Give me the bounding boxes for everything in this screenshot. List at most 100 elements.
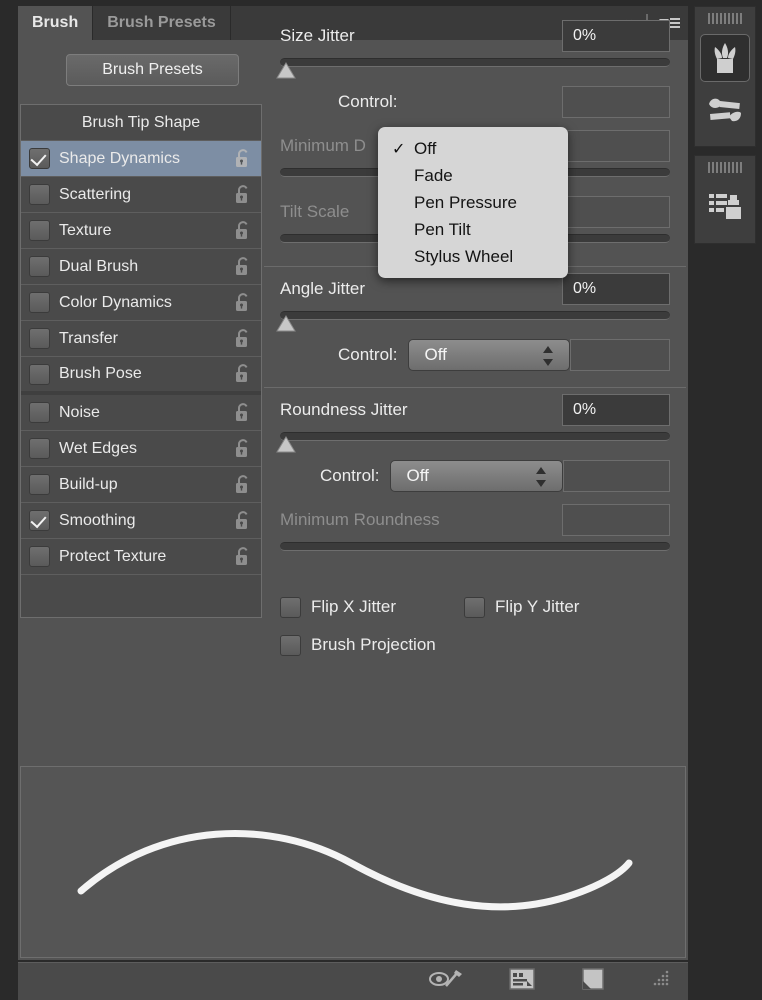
checkbox-build-up[interactable] [29, 474, 50, 495]
unlock-icon[interactable] [233, 328, 253, 350]
resize-grip-icon[interactable] [650, 969, 672, 994]
checkbox-smoothing[interactable] [29, 510, 50, 531]
tab-brush-label: Brush [32, 14, 79, 31]
dock-button-brushes[interactable] [695, 84, 755, 136]
toggle-brush-preview-icon[interactable] [428, 968, 464, 995]
brushes-icon [700, 86, 750, 134]
roundness-jitter-control-extra[interactable] [563, 460, 670, 492]
dock-grip-handle[interactable] [695, 13, 755, 24]
size-jitter-control-extra[interactable] [562, 86, 670, 118]
dropdown-option-label: Stylus Wheel [414, 246, 514, 266]
slider-track[interactable] [280, 311, 670, 320]
checkmark-icon: ✓ [392, 140, 406, 158]
dropdown-option-off[interactable]: ✓ Off [378, 135, 568, 162]
dropdown-option-fade[interactable]: Fade [378, 162, 568, 189]
size-jitter-slider[interactable] [264, 58, 686, 80]
sidebar-item-brush-pose[interactable]: Brush Pose [21, 357, 261, 395]
sidebar-item-brush-tip-shape[interactable]: Brush Tip Shape [21, 105, 261, 141]
dock-grip-handle[interactable] [695, 162, 755, 173]
new-brush-icon[interactable] [580, 967, 606, 996]
angle-jitter-value[interactable]: 0% [562, 273, 670, 305]
sidebar-item-smoothing[interactable]: Smoothing [21, 503, 261, 539]
sidebar-item-label: Protect Texture [59, 547, 167, 565]
roundness-jitter-value[interactable]: 0% [562, 394, 670, 426]
unlock-icon[interactable] [233, 474, 253, 496]
angle-jitter-control-extra[interactable] [570, 339, 670, 371]
checkbox-protect-texture[interactable] [29, 546, 50, 567]
roundness-jitter-label: Roundness Jitter [280, 400, 408, 419]
size-jitter-label: Size Jitter [280, 26, 355, 45]
sidebar-item-label: Shape Dynamics [59, 149, 180, 167]
checkbox-dual-brush[interactable] [29, 256, 50, 277]
unlock-icon[interactable] [233, 510, 253, 532]
checkbox-brush-projection[interactable] [280, 634, 301, 656]
sidebar-item-noise[interactable]: Noise [21, 395, 261, 431]
brush-panel-body: Brush Presets Brush Tip Shape Shape Dyna… [18, 20, 688, 960]
roundness-jitter-control-select[interactable]: Off [389, 460, 564, 492]
angle-jitter-slider[interactable] [264, 311, 686, 333]
roundness-jitter-slider[interactable] [264, 432, 686, 454]
control-dropdown-menu[interactable]: ✓ Off Fade Pen Pressure Pen Tilt Stylus … [378, 127, 568, 278]
sidebar-item-wet-edges[interactable]: Wet Edges [21, 431, 261, 467]
sidebar-item-protect-texture[interactable]: Protect Texture [21, 539, 261, 575]
unlock-icon[interactable] [233, 184, 253, 206]
checkbox-flip-y-jitter[interactable] [464, 596, 486, 618]
checkbox-flip-x-jitter[interactable] [280, 596, 301, 618]
sidebar-item-label: Scattering [59, 185, 132, 203]
unlock-icon[interactable] [233, 256, 253, 278]
slider-track[interactable] [280, 432, 670, 441]
dropdown-option-label: Pen Pressure [414, 192, 517, 212]
dropdown-option-label: Off [414, 138, 437, 158]
unlock-icon[interactable] [233, 292, 253, 314]
unlock-icon[interactable] [233, 546, 253, 568]
slider-thumb[interactable] [275, 62, 297, 80]
dropdown-option-pen-pressure[interactable]: Pen Pressure [378, 189, 568, 216]
size-jitter-row: Size Jitter 0% [264, 14, 686, 58]
dropdown-option-pen-tilt[interactable]: Pen Tilt [378, 216, 568, 243]
size-jitter-control-row: Control: [264, 80, 686, 124]
brush-stroke-path [77, 830, 633, 911]
sidebar-item-label: Color Dynamics [59, 293, 172, 311]
sidebar-item-texture[interactable]: Texture [21, 213, 261, 249]
dock-button-clone-source[interactable] [695, 181, 755, 233]
angle-jitter-control-label: Control: [338, 345, 398, 364]
checkbox-texture[interactable] [29, 220, 50, 241]
sidebar-item-color-dynamics[interactable]: Color Dynamics [21, 285, 261, 321]
slider-thumb[interactable] [275, 315, 297, 333]
checkbox-wet-edges[interactable] [29, 438, 50, 459]
sidebar-item-shape-dynamics[interactable]: Shape Dynamics [21, 141, 261, 177]
brush-projection-option[interactable]: Brush Projection [280, 634, 436, 656]
dropdown-option-stylus-wheel[interactable]: Stylus Wheel [378, 243, 568, 270]
checkbox-scattering[interactable] [29, 184, 50, 205]
unlock-icon[interactable] [233, 402, 253, 424]
unlock-icon[interactable] [233, 438, 253, 460]
preset-manager-icon[interactable] [508, 967, 536, 996]
checkbox-noise[interactable] [29, 402, 50, 423]
sidebar-item-scattering[interactable]: Scattering [21, 177, 261, 213]
sidebar-item-label: Build-up [59, 475, 118, 493]
checkbox-shape-dynamics[interactable] [29, 148, 50, 169]
dock-button-brush-holder[interactable] [695, 32, 755, 84]
unlock-icon[interactable] [233, 220, 253, 242]
sidebar-item-transfer[interactable]: Transfer [21, 321, 261, 357]
slider-thumb[interactable] [275, 436, 297, 454]
tab-brush[interactable]: Brush [18, 6, 94, 40]
roundness-jitter-control-value: Off [406, 466, 429, 485]
tab-brush-presets[interactable]: Brush Presets [93, 6, 231, 40]
unlock-icon[interactable] [233, 363, 253, 385]
minimum-roundness-label: Minimum Roundness [280, 510, 440, 529]
size-jitter-value[interactable]: 0% [562, 20, 670, 52]
sidebar-item-dual-brush[interactable]: Dual Brush [21, 249, 261, 285]
slider-track[interactable] [280, 58, 670, 67]
sidebar-item-label: Dual Brush [59, 257, 139, 275]
brush-presets-button[interactable]: Brush Presets [66, 54, 239, 86]
dock-group-clone-source [694, 155, 756, 244]
sidebar-item-build-up[interactable]: Build-up [21, 467, 261, 503]
unlock-icon[interactable] [233, 148, 253, 170]
checkbox-brush-pose[interactable] [29, 363, 50, 385]
flip-x-jitter-option[interactable]: Flip X Jitter [280, 596, 396, 618]
angle-jitter-control-select[interactable]: Off [407, 339, 571, 371]
flip-y-jitter-option[interactable]: Flip Y Jitter [464, 596, 579, 618]
checkbox-color-dynamics[interactable] [29, 292, 50, 313]
checkbox-transfer[interactable] [29, 328, 50, 349]
